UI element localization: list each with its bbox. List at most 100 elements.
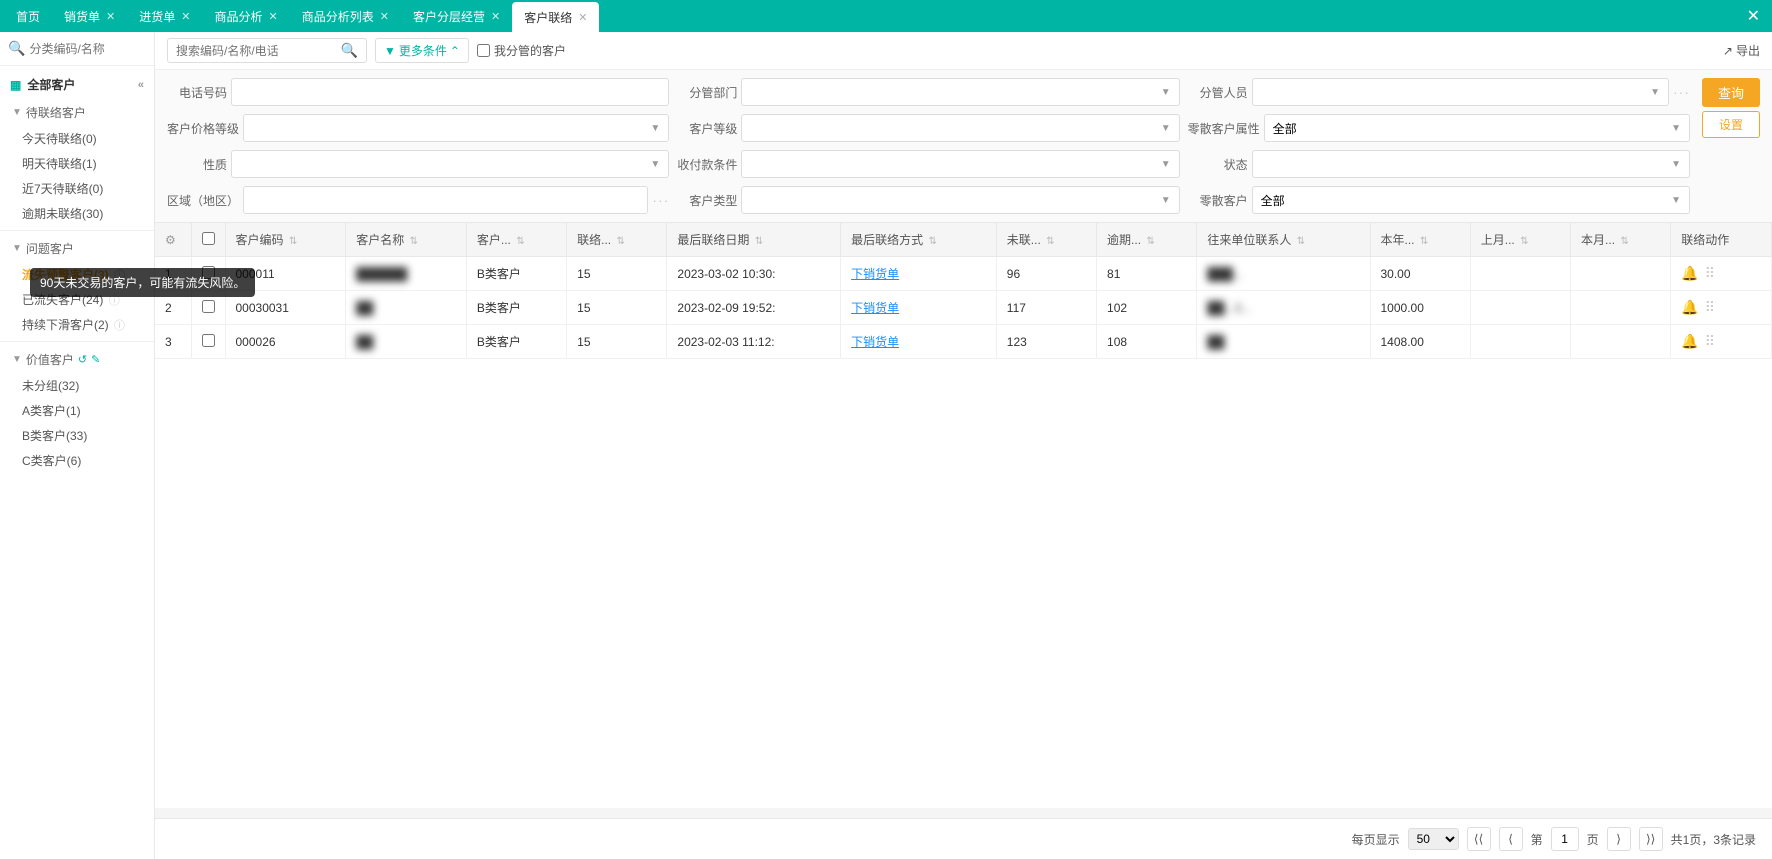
more-icon2[interactable]: ⠿ [1705,299,1715,316]
filter-phone-input[interactable] [231,78,669,106]
sidebar-group-value[interactable]: ▼ 价值客户 ↺ ✎ [0,346,154,373]
row2-checkbox[interactable] [202,300,215,313]
page-prev-btn[interactable]: ⟨ [1499,827,1523,851]
sidebar-item-classB[interactable]: B类客户(33) [0,423,154,448]
td-unlinked-1: 96 [996,257,1096,291]
td-method-1[interactable]: 下销货单 [841,257,997,291]
th-this-year[interactable]: 本年... ⇅ [1370,223,1470,257]
tab-analysis[interactable]: 商品分析 ✕ [202,0,289,32]
sidebar-item-declining[interactable]: 持续下滑客户(2) ⓘ [0,312,154,337]
settings-button[interactable]: 设置 [1702,111,1760,138]
search-icon-btn[interactable]: 🔍 [341,42,358,59]
filter-customer-type-select[interactable]: ▼ [741,186,1179,214]
sidebar-root-header[interactable]: ▦ 全部客户 « [0,70,154,99]
td-lmonth-2 [1470,291,1570,325]
tab-analysis-list-close[interactable]: ✕ [380,10,389,23]
th-this-month[interactable]: 本月... ⇅ [1571,223,1671,257]
gear-icon[interactable]: ⚙ [165,233,176,247]
td-action-3: 🔔 ⠿ [1671,325,1772,359]
filter-retail-customer-select[interactable]: 全部 ▼ [1252,186,1690,214]
tab-purchase-close[interactable]: ✕ [181,10,190,23]
window-close-btn[interactable]: ✕ [1739,6,1768,26]
bell-icon2[interactable]: 🔔 [1681,299,1698,316]
page-input[interactable] [1551,827,1579,851]
sidebar-item-7days[interactable]: 近7天待联络(0) [0,176,154,201]
sidebar-item-classA[interactable]: A类客户(1) [0,398,154,423]
th-last-month[interactable]: 上月... ⇅ [1470,223,1570,257]
th-last-method[interactable]: 最后联络方式 ⇅ [841,223,997,257]
filter-region-select[interactable] [243,186,648,214]
filter-region-label: 区域（地区） [167,192,239,209]
bell-icon3[interactable]: 🔔 [1681,333,1698,350]
filter-customer-grade-select[interactable]: ▼ [741,114,1179,142]
filter-phone-label: 电话号码 [167,84,227,101]
sidebar-group-problem[interactable]: ▼ 问题客户 [0,235,154,262]
sidebar-item-tomorrow[interactable]: 明天待联络(1) [0,151,154,176]
sidebar-item-classC[interactable]: C类客户(6) [0,448,154,473]
sidebar-search-input[interactable] [29,42,146,56]
filter-status-select[interactable]: ▼ [1252,150,1690,178]
filter-status: 状态 ▼ [1188,150,1690,178]
page-first-btn[interactable]: ⟨⟨ [1467,827,1491,851]
page-last-btn[interactable]: ⟩⟩ [1639,827,1663,851]
my-customers-label[interactable]: 我分管的客户 [477,42,566,59]
edit-icon[interactable]: ✎ [91,353,100,366]
person-dots[interactable]: ··· [1673,84,1690,100]
td-overdue-2: 102 [1097,291,1197,325]
query-button[interactable]: 查询 [1702,78,1760,107]
per-page-select[interactable]: 50 100 200 [1408,828,1459,850]
th-overdue[interactable]: 逾期... ⇅ [1097,223,1197,257]
th-contact[interactable]: 联络... ⇅ [567,223,667,257]
filter-customer-grade: 客户等级 ▼ [677,114,1179,142]
filter-nature-select[interactable]: ▼ [231,150,669,178]
sort-icon-name: ⇅ [410,236,418,247]
tab-sales-close[interactable]: ✕ [106,10,115,23]
th-last-date[interactable]: 最后联络日期 ⇅ [667,223,841,257]
sidebar-group-pending[interactable]: ▼ 待联络客户 [0,99,154,126]
bell-icon[interactable]: 🔔 [1681,265,1698,282]
dept-arrow-icon: ▼ [1161,87,1171,98]
filter-btn[interactable]: ▼ 更多条件 ⌃ [375,38,469,63]
more-icon3[interactable]: ⠿ [1705,333,1715,350]
td-method-2[interactable]: 下销货单 [841,291,997,325]
td-method-3[interactable]: 下销货单 [841,325,997,359]
th-type[interactable]: 客户... ⇅ [466,223,566,257]
bottom-scrollbar[interactable] [155,808,1772,818]
th-unit-contact[interactable]: 往来单位联系人 ⇅ [1197,223,1370,257]
th-unlinked[interactable]: 未联... ⇅ [996,223,1096,257]
search-input[interactable] [176,44,341,58]
th-code[interactable]: 客户编码 ⇅ [225,223,346,257]
filter-person-select[interactable]: ▼ [1252,78,1669,106]
tab-home[interactable]: 首页 [4,0,52,32]
refresh-icon[interactable]: ↺ [78,353,87,366]
sidebar-item-ungroup[interactable]: 未分组(32) [0,373,154,398]
tab-customer-contact-close[interactable]: ✕ [578,11,587,24]
sidebar-item-overdue[interactable]: 逾期未联络(30) [0,201,154,226]
select-all-checkbox[interactable] [202,232,215,245]
filter-dept-select[interactable]: ▼ [741,78,1179,106]
tab-analysis-list[interactable]: 商品分析列表 ✕ [290,0,401,32]
tab-customer-tier-close[interactable]: ✕ [491,10,500,23]
customer-type-arrow: ▼ [1161,195,1171,206]
export-btn[interactable]: ↗ 导出 [1723,42,1760,59]
filter-price-grade-select[interactable]: ▼ [243,114,669,142]
tab-purchase[interactable]: 进货单 ✕ [127,0,202,32]
filter-payment-label: 收付款条件 [677,156,737,173]
page-next-btn[interactable]: ⟩ [1607,827,1631,851]
tab-sales[interactable]: 销货单 ✕ [52,0,127,32]
tab-customer-contact[interactable]: 客户联络 ✕ [512,2,599,32]
page-suffix: 页 [1587,831,1599,848]
filter-person-label: 分管人员 [1188,84,1248,101]
sidebar-item-today[interactable]: 今天待联络(0) [0,126,154,151]
tab-analysis-close[interactable]: ✕ [269,10,278,23]
my-customers-checkbox[interactable] [477,44,490,57]
th-gear[interactable]: ⚙ [155,223,191,257]
more-icon[interactable]: ⠿ [1705,265,1715,282]
filter-retail-attr-select[interactable]: 全部 ▼ [1264,114,1690,142]
row3-checkbox[interactable] [202,334,215,347]
region-dots[interactable]: ··· [652,192,669,208]
arrow-icon: ▼ [12,107,22,118]
th-name[interactable]: 客户名称 ⇅ [346,223,467,257]
filter-payment-select[interactable]: ▼ [741,150,1179,178]
tab-customer-tier[interactable]: 客户分层经营 ✕ [401,0,512,32]
